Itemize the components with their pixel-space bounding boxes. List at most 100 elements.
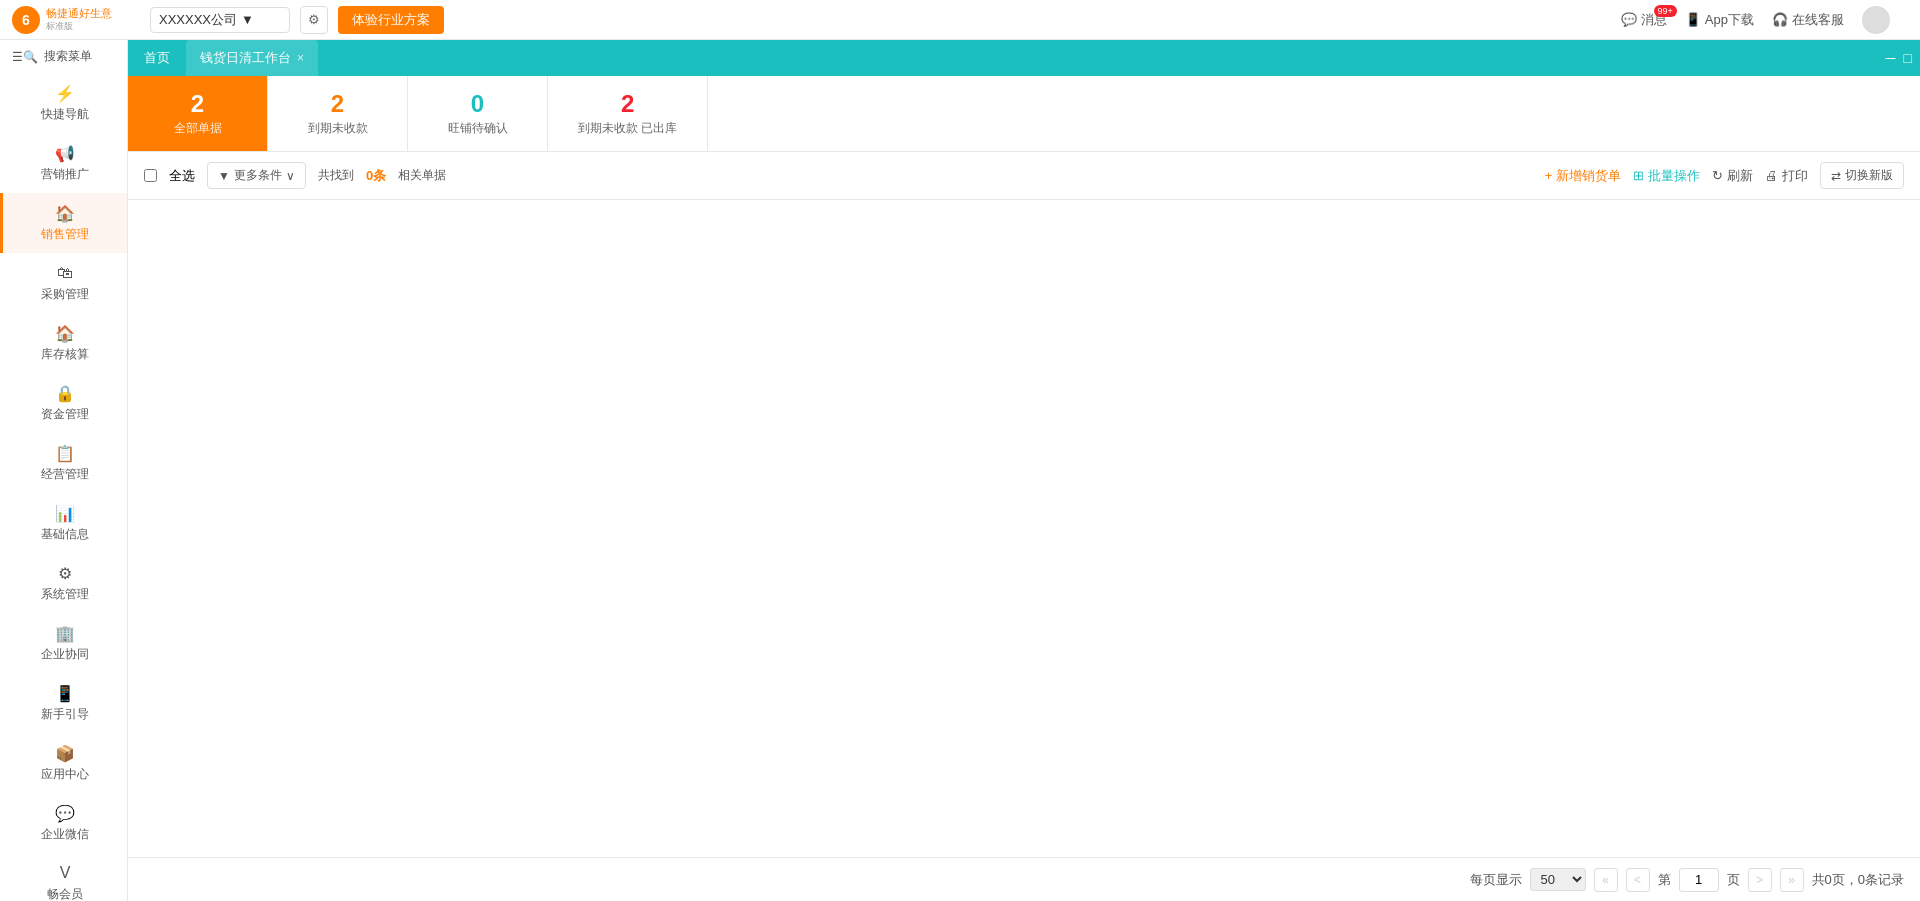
- page-input[interactable]: [1679, 868, 1719, 892]
- summary-card-all[interactable]: 2 全部单据: [128, 76, 268, 151]
- summary-card-shipped[interactable]: 2 到期未收款 已出库: [548, 76, 708, 151]
- summary-number-overdue: 2: [331, 90, 344, 118]
- sidebar-item-basic[interactable]: 📊 基础信息: [0, 493, 127, 553]
- toolbar: 全选 ▼ 更多条件 ∨ 共找到 0条 相关单据 + 新增销货单 ⊞ 批量操作: [128, 152, 1920, 200]
- app-download-label: App下载: [1705, 11, 1754, 29]
- first-page-button[interactable]: «: [1594, 868, 1618, 892]
- sidebar-item-quick-nav[interactable]: ⚡ 快捷导航: [0, 73, 127, 133]
- next-page-button[interactable]: >: [1748, 868, 1772, 892]
- batch-operation-button[interactable]: ⊞ 批量操作: [1633, 167, 1700, 185]
- summary-card-pending[interactable]: 0 旺铺待确认: [408, 76, 548, 151]
- switch-version-button[interactable]: ⇄ 切换新版: [1820, 162, 1904, 189]
- tab-active-label: 钱货日清工作台: [200, 49, 291, 67]
- guide-icon: 📱: [55, 683, 75, 703]
- online-service-button[interactable]: 🎧 在线客服: [1772, 11, 1844, 29]
- logo-area: 6 畅捷通好生意 标准版: [12, 6, 140, 34]
- toolbar-right: + 新增销货单 ⊞ 批量操作 ↻ 刷新 🖨 打印 ⇄: [1545, 162, 1904, 189]
- sidebar-label-sales: 销售管理: [41, 226, 89, 243]
- sidebar-item-inventory[interactable]: 🏠 库存核算: [0, 313, 127, 373]
- batch-label: 批量操作: [1648, 167, 1700, 185]
- sidebar-item-finance[interactable]: 🔒 资金管理: [0, 373, 127, 433]
- tab-home[interactable]: 首页: [128, 40, 186, 76]
- sidebar-item-operation[interactable]: 📋 经营管理: [0, 433, 127, 493]
- logo-icon: 6: [12, 6, 40, 34]
- message-button[interactable]: 💬 消息 99+: [1621, 11, 1667, 29]
- related-label: 相关单据: [398, 167, 446, 184]
- purchase-icon: 🛍: [55, 263, 75, 283]
- avatar[interactable]: [1862, 6, 1890, 34]
- sidebar-label-coop: 企业协同: [41, 646, 89, 663]
- chevron-down-icon: ▼: [241, 12, 254, 27]
- top-right-area: 💬 消息 99+ 📱 App下载 🎧 在线客服: [1621, 6, 1908, 34]
- total-info: 共0页，0条记录: [1812, 871, 1904, 889]
- finance-icon: 🔒: [55, 383, 75, 403]
- filter-icon: ▼: [218, 169, 230, 183]
- company-selector[interactable]: XXXXXX公司 ▼: [150, 7, 290, 33]
- summary-label-pending: 旺铺待确认: [448, 120, 508, 137]
- filter-button[interactable]: ▼ 更多条件 ∨: [207, 162, 306, 189]
- summary-label-all: 全部单据: [174, 120, 222, 137]
- sidebar-item-apps[interactable]: 📦 应用中心: [0, 733, 127, 793]
- settings-button[interactable]: ⚙: [300, 6, 328, 34]
- logo-text: 畅捷通好生意: [46, 6, 112, 20]
- per-page-select[interactable]: 50 100 200: [1530, 868, 1586, 891]
- apps-icon: 📦: [55, 743, 75, 763]
- app-download-button[interactable]: 📱 App下载: [1685, 11, 1754, 29]
- sidebar-label-marketing: 营销推广: [41, 166, 89, 183]
- basic-icon: 📊: [55, 503, 75, 523]
- tab-bar: 首页 钱货日清工作台 × ─ □: [128, 40, 1920, 76]
- found-count: 0条: [366, 167, 386, 185]
- table-area: [128, 200, 1920, 857]
- tab-active[interactable]: 钱货日清工作台 ×: [186, 40, 318, 76]
- sidebar-label-member: 畅会员: [47, 886, 83, 901]
- summary-number-shipped: 2: [621, 90, 634, 118]
- tab-close-icon[interactable]: ×: [297, 51, 304, 65]
- search-menu-label: 搜索菜单: [44, 48, 92, 65]
- coop-icon: 🏢: [55, 623, 75, 643]
- sidebar-label-operation: 经营管理: [41, 466, 89, 483]
- quick-nav-icon: ⚡: [55, 83, 75, 103]
- summary-card-overdue[interactable]: 2 到期未收款: [268, 76, 408, 151]
- summary-label-shipped: 到期未收款 已出库: [578, 120, 677, 137]
- sidebar-item-coop[interactable]: 🏢 企业协同: [0, 613, 127, 673]
- sidebar: ☰🔍 搜索菜单 ⚡ 快捷导航 📢 营销推广 🏠 销售管理 🛍 采购管理 🏠 库存…: [0, 40, 128, 901]
- filter-chevron-icon: ∨: [286, 169, 295, 183]
- sidebar-item-guide[interactable]: 📱 新手引导: [0, 673, 127, 733]
- tab-minimize-icon[interactable]: ─: [1886, 50, 1896, 66]
- sidebar-label-apps: 应用中心: [41, 766, 89, 783]
- wechat-icon: 💬: [55, 803, 75, 823]
- sidebar-label-finance: 资金管理: [41, 406, 89, 423]
- select-all-checkbox[interactable]: [144, 169, 157, 182]
- gear-icon: ⚙: [308, 12, 320, 27]
- tab-maximize-icon[interactable]: □: [1904, 50, 1912, 66]
- refresh-button[interactable]: ↻ 刷新: [1712, 167, 1753, 185]
- last-page-button[interactable]: »: [1780, 868, 1804, 892]
- sidebar-item-purchase[interactable]: 🛍 采购管理: [0, 253, 127, 313]
- online-service-label: 在线客服: [1792, 11, 1844, 29]
- marketing-icon: 📢: [55, 143, 75, 163]
- switch-label: 切换新版: [1845, 167, 1893, 184]
- member-icon: V: [55, 863, 75, 883]
- message-badge: 99+: [1654, 5, 1677, 17]
- main-layout: ☰🔍 搜索菜单 ⚡ 快捷导航 📢 营销推广 🏠 销售管理 🛍 采购管理 🏠 库存…: [0, 40, 1920, 901]
- batch-icon: ⊞: [1633, 168, 1644, 183]
- page-label: 第: [1658, 871, 1671, 889]
- print-button[interactable]: 🖨 打印: [1765, 167, 1808, 185]
- switch-icon: ⇄: [1831, 169, 1841, 183]
- sidebar-item-system[interactable]: ⚙ 系统管理: [0, 553, 127, 613]
- logo-badge: 标准版: [46, 20, 112, 33]
- sales-icon: 🏠: [55, 203, 75, 223]
- sidebar-item-wechat[interactable]: 💬 企业微信: [0, 793, 127, 853]
- sidebar-label-basic: 基础信息: [41, 526, 89, 543]
- sidebar-item-marketing[interactable]: 📢 营销推广: [0, 133, 127, 193]
- trial-button[interactable]: 体验行业方案: [338, 6, 444, 34]
- new-sale-button[interactable]: + 新增销货单: [1545, 167, 1621, 185]
- summary-number-all: 2: [191, 90, 204, 118]
- filter-label: 更多条件: [234, 167, 282, 184]
- sidebar-item-sales[interactable]: 🏠 销售管理: [0, 193, 127, 253]
- select-all-label: 全选: [169, 167, 195, 185]
- prev-page-button[interactable]: <: [1626, 868, 1650, 892]
- sidebar-item-member[interactable]: V 畅会员: [0, 853, 127, 901]
- search-menu-button[interactable]: ☰🔍 搜索菜单: [0, 40, 127, 73]
- message-icon: 💬: [1621, 12, 1637, 27]
